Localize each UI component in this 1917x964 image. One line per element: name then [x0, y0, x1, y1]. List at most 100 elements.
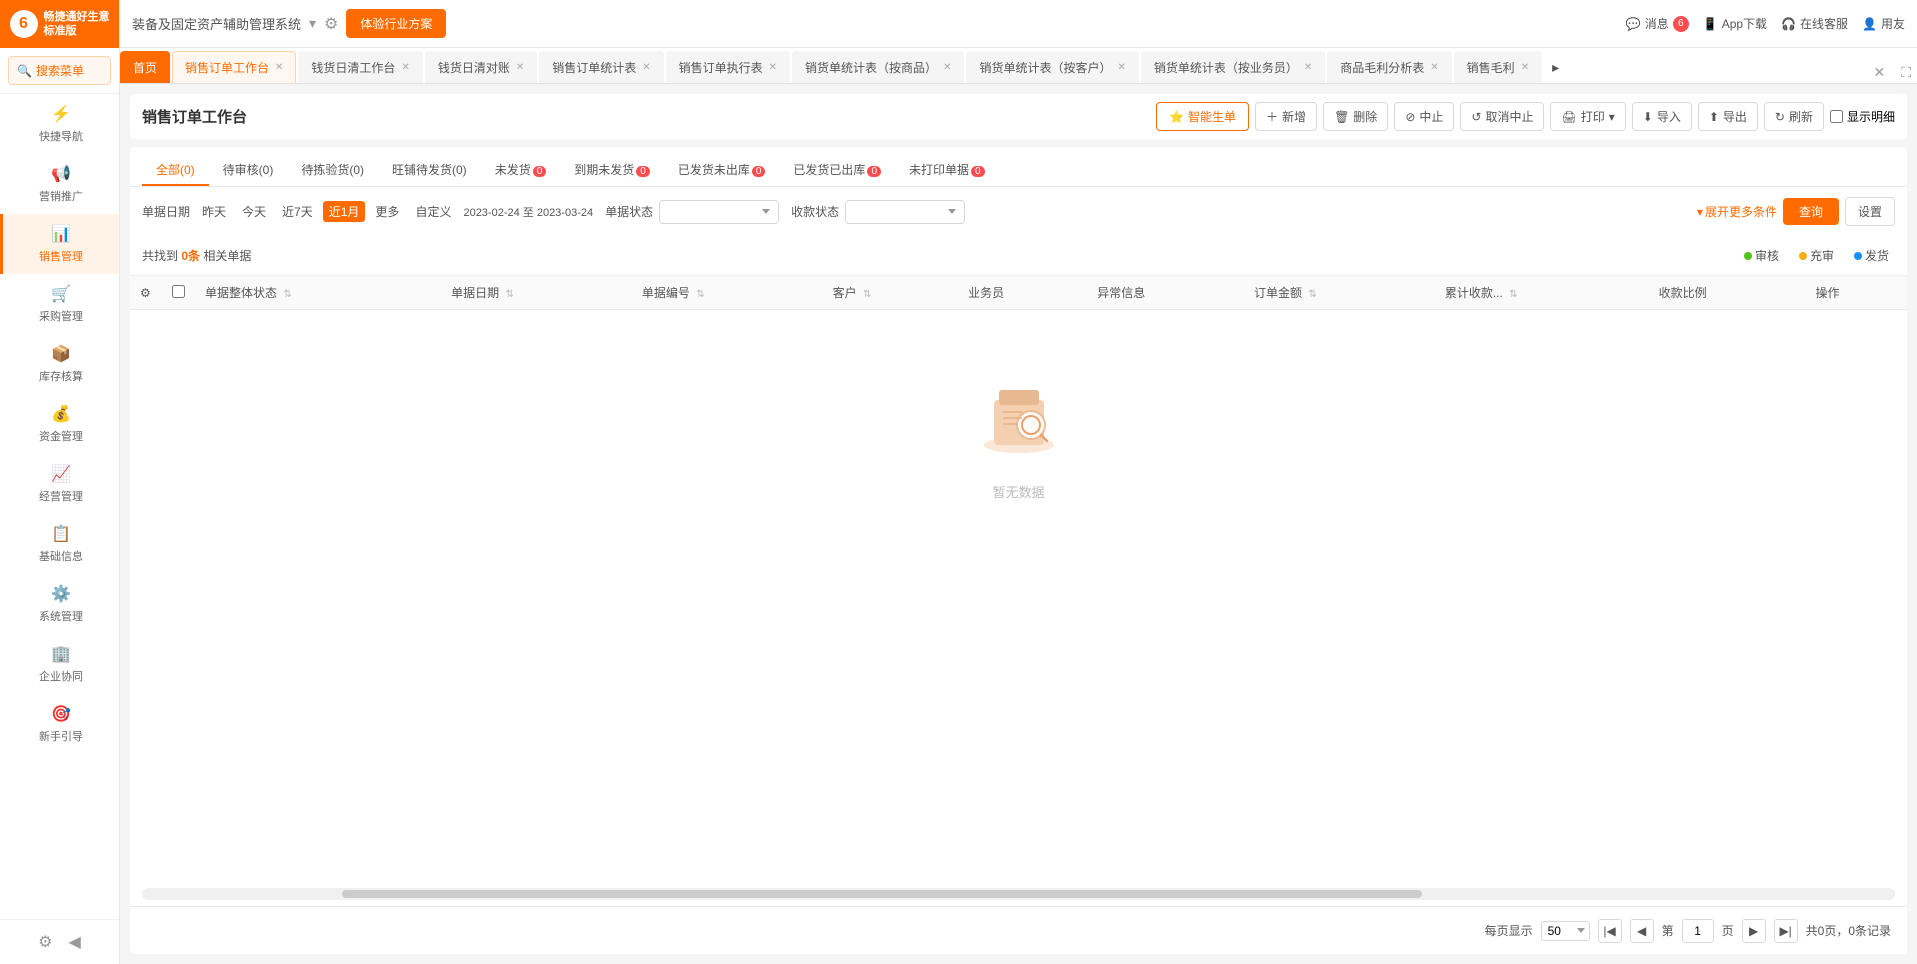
date-opt-1month[interactable]: 近1月 — [323, 201, 366, 222]
th-number[interactable]: 单据编号 ⇅ — [632, 276, 823, 310]
show-detail-checkbox[interactable] — [1830, 110, 1843, 123]
tab-cash-reconcile[interactable]: 钱货日清对账 ✕ — [425, 51, 537, 83]
app-download-button[interactable]: 📱 App下载 — [1703, 15, 1767, 32]
user-menu-button[interactable]: 👤 用友 — [1862, 15, 1905, 32]
topbar-gear-icon[interactable]: ⚙ — [324, 14, 338, 34]
page-next-btn[interactable]: ▶ — [1742, 919, 1766, 943]
horizontal-scrollbar[interactable] — [142, 888, 1895, 900]
solution-button[interactable]: 体验行业方案 — [346, 9, 446, 38]
delete-button[interactable]: 🗑 删除 — [1323, 102, 1388, 131]
topbar-dropdown-icon[interactable]: ▾ — [309, 15, 316, 32]
sidebar-search[interactable]: 🔍 搜索菜单 — [0, 48, 119, 94]
th-salesman[interactable]: 业务员 — [958, 276, 1087, 310]
filter-tab-shipped-not-out[interactable]: 已发货未出库0 — [664, 155, 780, 186]
unreviewed-action-button[interactable]: 充审 — [1793, 244, 1840, 267]
th-date[interactable]: 单据日期 ⇅ — [441, 276, 632, 310]
sidebar-item-sales[interactable]: 📊 销售管理 — [0, 214, 119, 274]
cancel-stop-button[interactable]: ↺ 取消中止 — [1460, 102, 1544, 131]
sidebar-item-purchase[interactable]: 🛒 采购管理 — [0, 274, 119, 334]
date-opt-yesterday[interactable]: 昨天 — [196, 201, 232, 222]
refresh-button[interactable]: ↻ 刷新 — [1764, 102, 1824, 131]
ship-action-button[interactable]: 发货 — [1848, 244, 1895, 267]
tab-summary-customer-close[interactable]: ✕ — [1117, 62, 1125, 73]
tab-sales-workbench[interactable]: 销售订单工作台 ✕ — [172, 51, 296, 83]
tab-action-fullscreen[interactable]: ⛶ — [1895, 62, 1917, 83]
payment-select[interactable] — [845, 200, 965, 224]
tab-cash-reconcile-close[interactable]: ✕ — [516, 62, 524, 73]
tab-summary-staff-close[interactable]: ✕ — [1304, 62, 1312, 73]
sidebar-item-quick-nav[interactable]: ⚡ 快捷导航 — [0, 94, 119, 154]
tab-sales-summary-staff[interactable]: 销货单统计表（按业务员） ✕ — [1141, 51, 1325, 83]
import-button[interactable]: ⬇ 导入 — [1632, 102, 1692, 131]
filter-tab-wangpu[interactable]: 旺铺待发货(0) — [378, 155, 481, 186]
sidebar-item-system[interactable]: ⚙️ 系统管理 — [0, 574, 119, 634]
filter-tab-pending-inspect[interactable]: 待拣验货(0) — [287, 155, 378, 186]
status-select[interactable] — [659, 200, 779, 224]
sidebar-item-inventory[interactable]: 📦 库存核算 — [0, 334, 119, 394]
tab-profit-close[interactable]: ✕ — [1521, 62, 1529, 73]
tab-sales-exec-close[interactable]: ✕ — [769, 62, 777, 73]
sidebar-item-finance[interactable]: 💰 资金管理 — [0, 394, 119, 454]
print-button[interactable]: 🖨 打印 ▾ — [1550, 102, 1625, 131]
collapse-button[interactable]: ◀ — [65, 928, 85, 956]
date-opt-today[interactable]: 今天 — [236, 201, 272, 222]
sidebar-item-marketing[interactable]: 📢 营销推广 — [0, 154, 119, 214]
date-opt-7days[interactable]: 近7天 — [276, 201, 319, 222]
sidebar-item-guide[interactable]: 🎯 新手引导 — [0, 694, 119, 754]
smart-create-button[interactable]: ⭐ 智能生单 — [1156, 102, 1249, 131]
page-size-select[interactable]: 50 100 200 — [1541, 921, 1590, 941]
filter-tab-not-printed[interactable]: 未打印单据0 — [895, 155, 999, 186]
filter-tab-not-shipped[interactable]: 未发货0 — [481, 155, 561, 186]
expand-button[interactable]: ▾ 展开更多条件 — [1697, 203, 1777, 220]
filter-tab-shipped-out[interactable]: 已发货已出库0 — [779, 155, 895, 186]
tab-home[interactable]: 首页 — [120, 51, 170, 83]
tab-margin-close[interactable]: ✕ — [1430, 62, 1438, 73]
tab-summary-product-close[interactable]: ✕ — [943, 62, 951, 73]
th-amount[interactable]: 订单金额 ⇅ — [1244, 276, 1435, 310]
tab-cash-daily[interactable]: 钱货日清工作台 ✕ — [298, 51, 422, 83]
search-menu-button[interactable]: 🔍 搜索菜单 — [8, 56, 111, 85]
scrollbar-thumb[interactable] — [342, 890, 1422, 898]
filter-tab-all[interactable]: 全部(0) — [142, 155, 209, 186]
review-action-button[interactable]: 审核 — [1738, 244, 1785, 267]
message-button[interactable]: 💬 消息 6 — [1626, 15, 1689, 32]
online-service-button[interactable]: 🎧 在线客服 — [1781, 15, 1848, 32]
tab-sales-summary-customer[interactable]: 销货单统计表（按客户） ✕ — [966, 51, 1138, 83]
page-last-btn[interactable]: ▶| — [1774, 919, 1798, 943]
select-all-checkbox[interactable] — [172, 285, 185, 298]
th-status[interactable]: 单据整体状态 ⇅ — [195, 276, 441, 310]
th-checkbox[interactable] — [162, 276, 195, 310]
tab-more-button[interactable]: ▸ — [1544, 51, 1567, 83]
tab-sales-exec[interactable]: 销售订单执行表 ✕ — [666, 51, 790, 83]
tab-cash-daily-close[interactable]: ✕ — [401, 62, 409, 73]
page-prev-btn[interactable]: ◀ — [1630, 919, 1654, 943]
tab-sales-profit[interactable]: 销售毛利 ✕ — [1454, 51, 1542, 83]
tab-margin-analysis[interactable]: 商品毛利分析表 ✕ — [1327, 51, 1451, 83]
page-first-btn[interactable]: |◀ — [1598, 919, 1622, 943]
date-opt-more[interactable]: 更多 — [369, 201, 405, 222]
sidebar-item-operation[interactable]: 📈 经营管理 — [0, 454, 119, 514]
filter-tab-pending-review[interactable]: 待审核(0) — [209, 155, 288, 186]
tab-sales-stats[interactable]: 销售订单统计表 ✕ — [539, 51, 663, 83]
settings-button[interactable]: ⚙ — [34, 928, 56, 956]
query-button[interactable]: 查询 — [1783, 198, 1839, 225]
th-setting[interactable]: ⚙ — [130, 276, 162, 310]
tab-sales-summary-product[interactable]: 销货单统计表（按商品） ✕ — [792, 51, 964, 83]
add-button[interactable]: ＋ 新增 — [1255, 102, 1317, 131]
sidebar-item-enterprise[interactable]: 🏢 企业协同 — [0, 634, 119, 694]
search-settings-button[interactable]: 设置 — [1845, 197, 1895, 226]
show-detail-label[interactable]: 显示明细 — [1830, 108, 1895, 125]
date-opt-custom[interactable]: 自定义 — [409, 201, 457, 222]
filter-tab-overdue[interactable]: 到期未发货0 — [560, 155, 664, 186]
sidebar-item-basic[interactable]: 📋 基础信息 — [0, 514, 119, 574]
stop-button[interactable]: ⊘ 中止 — [1394, 102, 1454, 131]
th-customer[interactable]: 客户 ⇅ — [823, 276, 958, 310]
tab-action-prev[interactable]: ✕ — [1867, 62, 1891, 83]
page-input[interactable] — [1682, 919, 1714, 943]
th-received[interactable]: 累计收款... ⇅ — [1435, 276, 1649, 310]
shipped-out-badge: 0 — [867, 166, 881, 177]
export-button[interactable]: ⬆ 导出 — [1698, 102, 1758, 131]
table-scroll[interactable]: ⚙ 单据整体状态 ⇅ 单据日期 ⇅ 单据编号 ⇅ 客户 ⇅ 业务员 异常信息 订… — [130, 276, 1907, 888]
tab-sales-stats-close[interactable]: ✕ — [642, 62, 650, 73]
tab-sales-workbench-close[interactable]: ✕ — [275, 62, 283, 73]
